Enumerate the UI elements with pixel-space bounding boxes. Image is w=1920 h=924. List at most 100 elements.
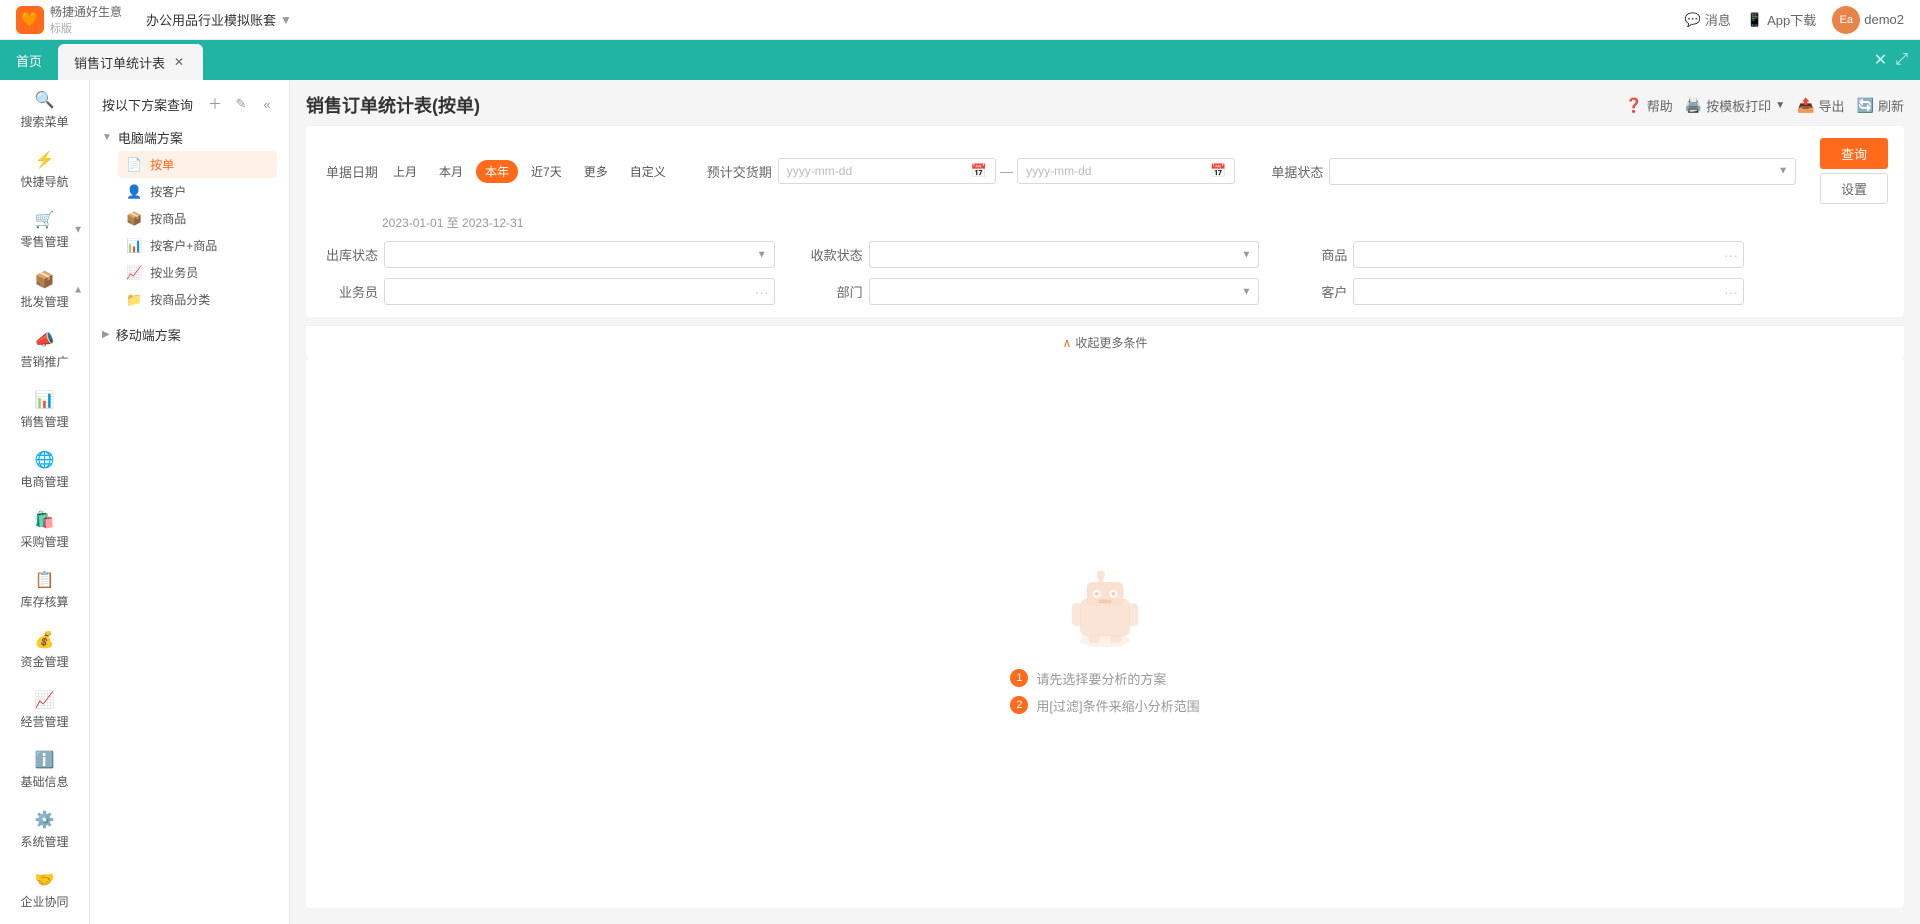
top-bar: 🧡 畅捷通好生意 标版 办公用品行业模拟账套 ▼ 💬 消息 📱 App下载 Ea… xyxy=(0,0,1920,40)
scheme-category-mobile-label[interactable]: ▶ 移动端方案 xyxy=(102,321,277,348)
department-label: 部门 xyxy=(807,282,863,301)
scheme-panel-icons: ＋ ✎ « xyxy=(205,94,277,114)
predicted-date-group: yyyy-mm-dd 📅 — yyyy-mm-dd 📅 xyxy=(778,158,1236,184)
scheme-item-by-product[interactable]: 📦 按商品 xyxy=(118,205,277,232)
date-range-text: 2023-01-01 至 2023-12-31 xyxy=(382,214,523,231)
predicted-date-from[interactable]: yyyy-mm-dd 📅 xyxy=(778,158,996,184)
customer-ellipsis[interactable]: ··· xyxy=(1724,284,1738,300)
scheme-category-pc-label[interactable]: ▼ 电脑端方案 xyxy=(102,124,277,151)
retail-arrow-icon: ▼ xyxy=(73,225,83,236)
sidebar-item-basic-info[interactable]: ℹ️ 基础信息 xyxy=(0,740,89,800)
date-quick-btns: 上月 本月 本年 近7天 更多 自定义 xyxy=(384,160,675,183)
more-date-btn[interactable]: 更多 xyxy=(575,160,617,183)
user-info[interactable]: Ea demo2 xyxy=(1832,6,1904,34)
product-label: 商品 xyxy=(1291,245,1347,264)
sidebar-item-marketing[interactable]: 📣 营销推广 xyxy=(0,320,89,380)
app-download-button[interactable]: 📱 App下载 xyxy=(1747,10,1816,29)
template-print-button[interactable]: 🖨️ 按模板打印 ▼ xyxy=(1685,96,1785,115)
scheme-add-button[interactable]: ＋ xyxy=(205,94,225,114)
sidebar-item-sys-mgmt[interactable]: ⚙️ 系统管理 xyxy=(0,800,89,860)
sidebar-item-new-guide[interactable]: 🎯 新手引导 xyxy=(0,920,89,924)
scheme-collapse-button[interactable]: « xyxy=(257,94,277,114)
inventory-icon: 📋 xyxy=(35,570,55,590)
filter-cell-shipment: 出库状态 ▼ xyxy=(322,241,775,268)
scheme-item-by-product-category[interactable]: 📁 按商品分类 xyxy=(118,286,277,313)
customer-input[interactable] xyxy=(1353,278,1744,305)
product-ellipsis[interactable]: ··· xyxy=(1724,247,1738,263)
page-header: 销售订单统计表(按单) ❓ 帮助 🖨️ 按模板打印 ▼ 📤 导出 xyxy=(290,80,1920,118)
scheme-category-pc: ▼ 电脑端方案 📄 按单 👤 按客户 📦 按商品 xyxy=(90,120,289,317)
tab-home[interactable]: 首页 xyxy=(0,40,58,80)
breadcrumb-arrow-icon[interactable]: ▼ xyxy=(280,13,292,27)
sidebar-item-sales-mgmt[interactable]: 📊 销售管理 xyxy=(0,380,89,440)
search-button[interactable]: 查询 xyxy=(1820,138,1888,169)
by-order-icon: 📄 xyxy=(126,157,142,173)
this-year-btn[interactable]: 本年 xyxy=(476,160,518,183)
receipt-status-select[interactable] xyxy=(869,241,1260,268)
scheme-item-by-customer[interactable]: 👤 按客户 xyxy=(118,178,277,205)
sidebar-item-finance-mgmt[interactable]: 💰 资金管理 xyxy=(0,620,89,680)
empty-illustration xyxy=(1055,553,1155,653)
scheme-item-label: 按商品分类 xyxy=(150,291,210,308)
this-month-btn[interactable]: 本月 xyxy=(430,160,472,183)
message-button[interactable]: 💬 消息 xyxy=(1685,10,1731,29)
sidebar-item-inventory[interactable]: 📋 库存核算 xyxy=(0,560,89,620)
scheme-item-label: 按单 xyxy=(150,156,174,173)
sidebar: 🔍 搜索菜单 ⚡ 快捷导航 🛒 零售管理 ▼ 📦 批发管理 ▲ 📣 营销推广 📊… xyxy=(0,80,90,924)
scheme-item-by-salesperson[interactable]: 📈 按业务员 xyxy=(118,259,277,286)
scheme-sub-list-pc: 📄 按单 👤 按客户 📦 按商品 📊 按客户+商品 xyxy=(102,151,277,313)
scheme-item-by-customer-product[interactable]: 📊 按客户+商品 xyxy=(118,232,277,259)
tip-1-text: 请先选择要分析的方案 xyxy=(1036,669,1166,688)
logo-area: 🧡 畅捷通好生意 标版 xyxy=(16,3,122,36)
scheme-edit-button[interactable]: ✎ xyxy=(231,94,251,114)
tab-sales-order-stats[interactable]: 销售订单统计表 ✕ xyxy=(58,44,203,80)
filter-fields: 单据日期 上月 本月 本年 近7天 更多 自定义 xyxy=(322,138,1888,305)
wholesale-icon: 📦 xyxy=(35,270,55,290)
print-icon: 🖨️ xyxy=(1685,97,1702,114)
salesperson-ellipsis[interactable]: ··· xyxy=(755,284,769,300)
tab-close-icon[interactable]: ✕ xyxy=(171,54,187,70)
sidebar-item-retail-mgmt[interactable]: 🛒 零售管理 ▼ xyxy=(0,200,89,260)
print-dropdown-icon: ▼ xyxy=(1775,100,1785,111)
product-input[interactable] xyxy=(1353,241,1744,268)
filter-section: 单据日期 上月 本月 本年 近7天 更多 自定义 xyxy=(322,138,1888,305)
scheme-item-label: 按客户 xyxy=(150,183,186,200)
by-cust-prod-icon: 📊 xyxy=(126,238,142,254)
business-icon: 📈 xyxy=(35,690,55,710)
refresh-button[interactable]: 🔄 刷新 xyxy=(1857,96,1904,115)
collapse-bar[interactable]: ∧ 收起更多条件 xyxy=(306,325,1904,359)
last-7-days-btn[interactable]: 近7天 xyxy=(522,160,571,183)
sidebar-item-business-mgmt[interactable]: 📈 经营管理 xyxy=(0,680,89,740)
sidebar-item-label: 搜索菜单 xyxy=(20,113,68,130)
predicted-date-to[interactable]: yyyy-mm-dd 📅 xyxy=(1017,158,1235,184)
doc-status-select[interactable] xyxy=(1329,158,1796,185)
export-button[interactable]: 📤 导出 xyxy=(1797,96,1844,115)
salesperson-input[interactable] xyxy=(384,278,775,305)
collapse-label: 收起更多条件 xyxy=(1075,334,1147,351)
top-bar-right: 💬 消息 📱 App下载 Ea demo2 xyxy=(1685,6,1904,34)
shipment-status-select[interactable] xyxy=(384,241,775,268)
sidebar-item-purchase-mgmt[interactable]: 🛍️ 采购管理 xyxy=(0,500,89,560)
tab-close-all-icon[interactable]: ✕ xyxy=(1874,50,1887,70)
sidebar-item-ecommerce-mgmt[interactable]: 🌐 电商管理 xyxy=(0,440,89,500)
sidebar-item-search-menu[interactable]: 🔍 搜索菜单 xyxy=(0,80,89,140)
scheme-item-by-order[interactable]: 📄 按单 xyxy=(118,151,277,178)
category-arrow-icon: ▼ xyxy=(102,132,112,143)
refresh-icon: 🔄 xyxy=(1857,97,1874,114)
tab-expand-icon[interactable]: ⤢ xyxy=(1895,51,1908,69)
sidebar-item-wholesale-mgmt[interactable]: 📦 批发管理 ▲ xyxy=(0,260,89,320)
message-icon: 💬 xyxy=(1685,12,1701,28)
last-month-btn[interactable]: 上月 xyxy=(384,160,426,183)
sidebar-item-label: 基础信息 xyxy=(20,773,68,790)
custom-date-btn[interactable]: 自定义 xyxy=(621,160,675,183)
salesperson-label: 业务员 xyxy=(322,282,378,301)
settings-button[interactable]: 设置 xyxy=(1820,173,1888,204)
sidebar-item-enterprise-coop[interactable]: 🤝 企业协同 xyxy=(0,860,89,920)
help-button[interactable]: ❓ 帮助 xyxy=(1625,96,1672,115)
scheme-panel: 按以下方案查询 ＋ ✎ « ▼ 电脑端方案 📄 按单 xyxy=(90,80,290,924)
right-content: 销售订单统计表(按单) ❓ 帮助 🖨️ 按模板打印 ▼ 📤 导出 xyxy=(290,80,1920,924)
sidebar-item-label: 系统管理 xyxy=(20,833,68,850)
sidebar-item-label: 库存核算 xyxy=(20,593,68,610)
department-select[interactable] xyxy=(869,278,1260,305)
sidebar-item-quick-nav[interactable]: ⚡ 快捷导航 xyxy=(0,140,89,200)
